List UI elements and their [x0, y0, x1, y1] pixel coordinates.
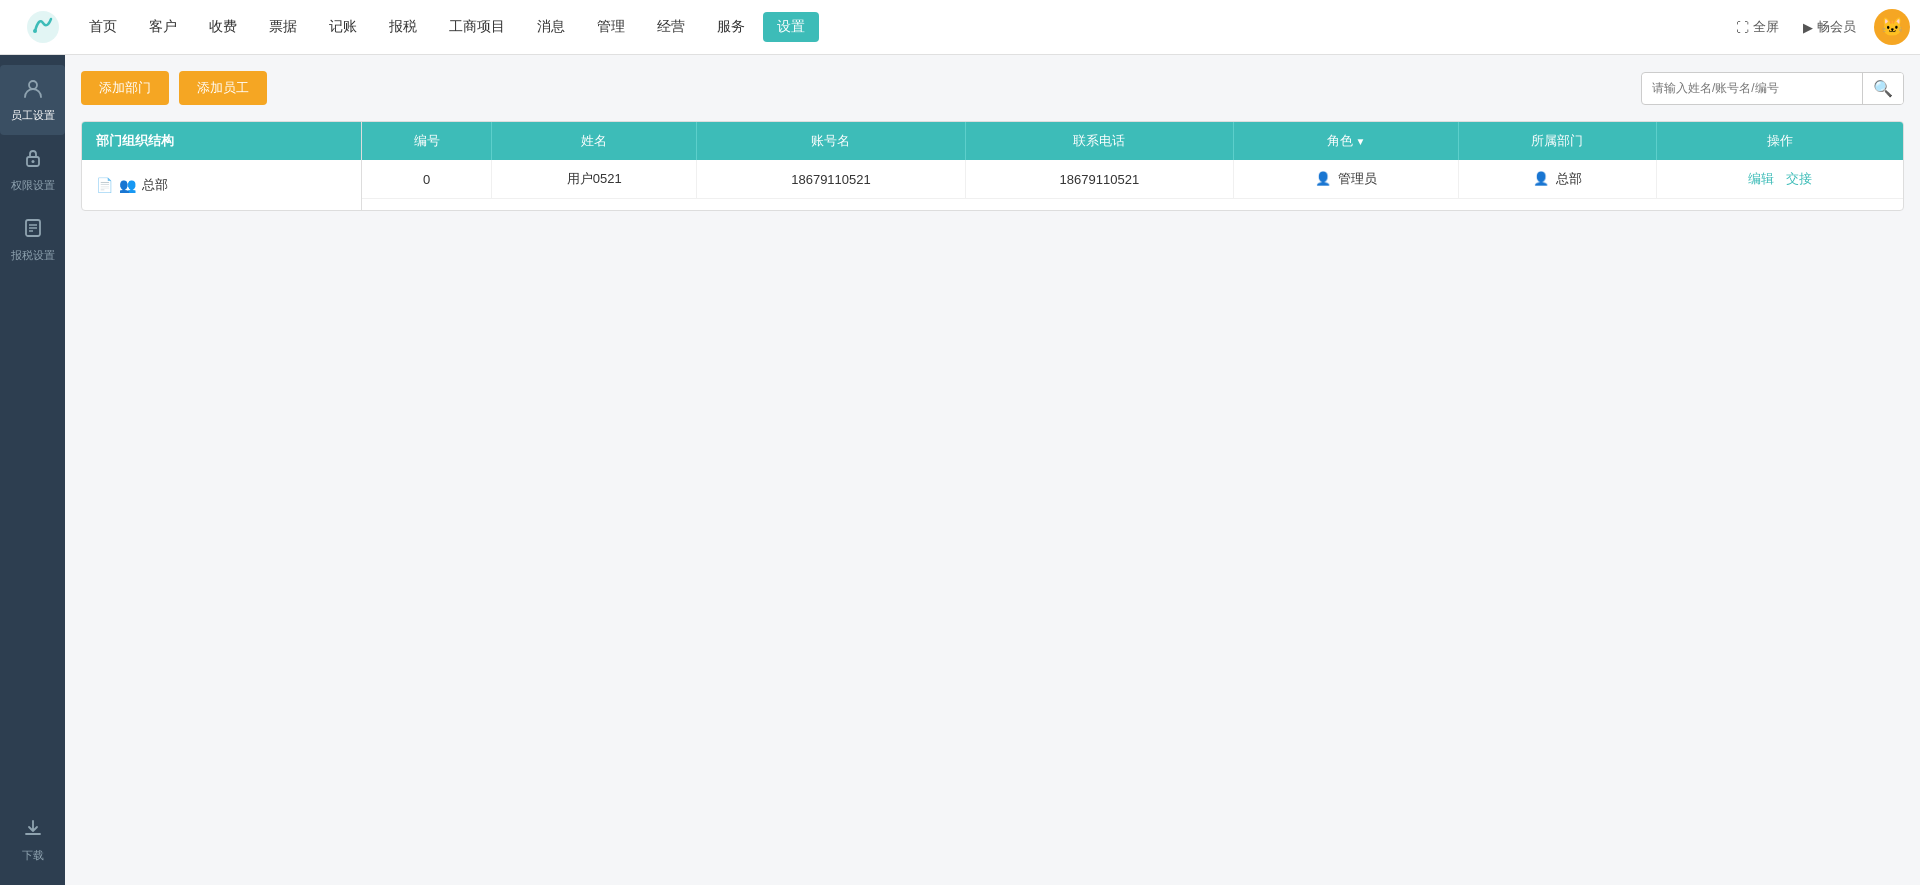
nav-item-service[interactable]: 服务: [703, 12, 759, 42]
transfer-link[interactable]: 交接: [1786, 171, 1812, 186]
add-dept-button[interactable]: 添加部门: [81, 71, 169, 105]
th-id: 编号: [362, 122, 492, 160]
report-icon: [22, 217, 44, 244]
top-nav: 首页 客户 收费 票据 记账 报税 工商项目 消息 管理 经营 服务 设置 ⛶ …: [0, 0, 1920, 55]
file-icon: 📄: [96, 177, 113, 193]
table-row: 0 用户0521 18679110521 18679110521 👤 管理员 👤…: [362, 160, 1903, 199]
nav-item-tax[interactable]: 报税: [375, 12, 431, 42]
nav-item-settings[interactable]: 设置: [763, 12, 819, 42]
fullscreen-label: 全屏: [1753, 18, 1779, 36]
filter-icon: ▼: [1356, 136, 1366, 147]
two-panel: 部门组织结构 📄 👥 总部 编号: [81, 121, 1904, 211]
nav-right: ⛶ 全屏 ▶ 畅会员 🐱: [1730, 9, 1910, 45]
nav-item-message[interactable]: 消息: [523, 12, 579, 42]
sidebar-download-label: 下载: [22, 848, 44, 863]
tree-item-root[interactable]: 📄 👥 总部: [82, 168, 361, 202]
cell-role: 👤 管理员: [1234, 160, 1459, 199]
cell-actions: 编辑 交接: [1656, 160, 1903, 199]
tree-content: 📄 👥 总部: [82, 160, 361, 210]
nav-item-accounting[interactable]: 记账: [315, 12, 371, 42]
search-button[interactable]: 🔍: [1862, 73, 1903, 104]
sidebar-tax-settings-label: 报税设置: [11, 248, 55, 263]
svg-point-0: [27, 11, 59, 43]
sidebar-item-permissions[interactable]: 权限设置: [0, 135, 65, 205]
th-actions: 操作: [1656, 122, 1903, 160]
content-area: 添加部门 添加员工 🔍 部门组织结构 📄 👥 总部: [65, 55, 1920, 885]
nav-item-home[interactable]: 首页: [75, 12, 131, 42]
dept-user-icon: 👤: [1533, 171, 1549, 186]
svg-point-2: [29, 81, 37, 89]
data-table: 编号 姓名 账号名 联系电话: [362, 122, 1903, 199]
nav-items: 首页 客户 收费 票据 记账 报税 工商项目 消息 管理 经营 服务 设置: [75, 12, 1730, 42]
person-icon: [22, 77, 44, 104]
tree-panel: 部门组织结构 📄 👥 总部: [82, 122, 362, 210]
nav-item-operation[interactable]: 经营: [643, 12, 699, 42]
nav-item-invoice[interactable]: 票据: [255, 12, 311, 42]
th-account: 账号名: [697, 122, 965, 160]
fullscreen-icon: ⛶: [1736, 20, 1749, 35]
sidebar-item-download[interactable]: 下载: [0, 805, 65, 875]
th-role-label: 角色: [1327, 132, 1353, 150]
th-dept: 所属部门: [1458, 122, 1656, 160]
lock-icon: [22, 147, 44, 174]
svg-point-4: [31, 160, 34, 163]
th-name: 姓名: [492, 122, 697, 160]
sidebar-staff-label: 员工设置: [11, 108, 55, 123]
nav-item-business[interactable]: 工商项目: [435, 12, 519, 42]
cell-dept: 👤 总部: [1458, 160, 1656, 199]
nav-item-manage[interactable]: 管理: [583, 12, 639, 42]
member-label: 畅会员: [1817, 18, 1856, 36]
edit-link[interactable]: 编辑: [1748, 171, 1774, 186]
tree-item-root-label: 总部: [142, 176, 168, 194]
cell-dept-label: 总部: [1556, 171, 1582, 186]
svg-point-1: [33, 29, 37, 33]
fullscreen-button[interactable]: ⛶ 全屏: [1730, 14, 1785, 40]
add-staff-button[interactable]: 添加员工: [179, 71, 267, 105]
download-icon: [22, 817, 44, 844]
th-role[interactable]: 角色 ▼: [1234, 122, 1459, 160]
role-user-icon: 👤: [1315, 171, 1331, 186]
search-icon: 🔍: [1873, 80, 1893, 97]
search-input[interactable]: [1642, 75, 1862, 101]
sidebar-item-staff[interactable]: 员工设置: [0, 65, 65, 135]
logo: [10, 9, 75, 45]
cell-role-label: 管理员: [1338, 171, 1377, 186]
sidebar-item-tax-settings[interactable]: 报税设置: [0, 205, 65, 275]
nav-item-fee[interactable]: 收费: [195, 12, 251, 42]
member-button[interactable]: ▶ 畅会员: [1797, 14, 1862, 40]
cell-id: 0: [362, 160, 492, 199]
table-panel: 编号 姓名 账号名 联系电话: [362, 122, 1903, 210]
main-layout: 员工设置 权限设置 报税设置: [0, 55, 1920, 885]
search-wrap: 🔍: [1641, 72, 1904, 105]
avatar[interactable]: 🐱: [1874, 9, 1910, 45]
tree-header: 部门组织结构: [82, 122, 361, 160]
left-sidebar: 员工设置 权限设置 报税设置: [0, 55, 65, 885]
tree-user-icon: 👥: [119, 177, 136, 193]
cell-name: 用户0521: [492, 160, 697, 199]
nav-item-customer[interactable]: 客户: [135, 12, 191, 42]
th-phone: 联系电话: [965, 122, 1233, 160]
sidebar-permissions-label: 权限设置: [11, 178, 55, 193]
cell-account: 18679110521: [697, 160, 965, 199]
member-icon: ▶: [1803, 20, 1813, 35]
cell-phone: 18679110521: [965, 160, 1233, 199]
sidebar-bottom: 下载: [0, 805, 65, 875]
toolbar: 添加部门 添加员工 🔍: [81, 71, 1904, 105]
avatar-image: 🐱: [1881, 16, 1903, 38]
